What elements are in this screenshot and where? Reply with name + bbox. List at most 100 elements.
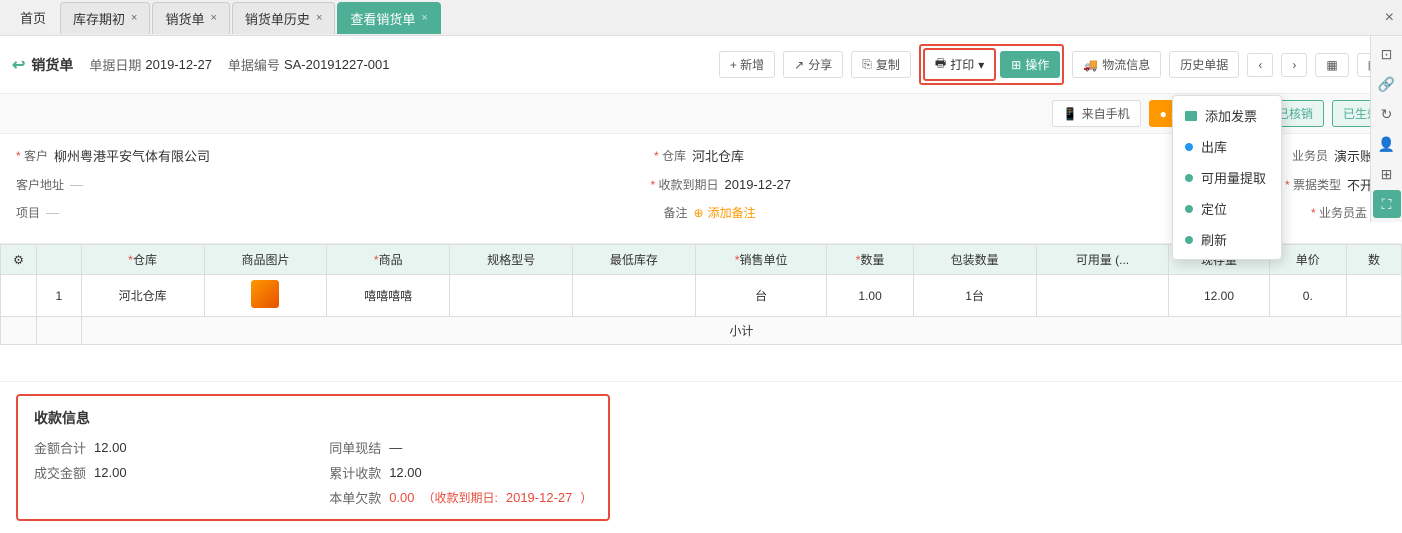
th-image: 商品图片	[204, 245, 327, 275]
th-unit: *销售单位	[695, 245, 827, 275]
history-button[interactable]: 历史单据	[1169, 51, 1239, 78]
refresh-label: 刷新	[1201, 230, 1227, 249]
highlight-box: 🖶 打印 ▾ ⊞ 操作	[919, 44, 1064, 85]
customer-label: * 客户	[16, 147, 48, 164]
tab-sales-order-label: 销货单	[165, 9, 204, 28]
close-all-button[interactable]: ×	[1385, 9, 1394, 27]
menu-out-warehouse[interactable]: 出库	[1173, 131, 1281, 162]
sidebar-user-icon[interactable]: 👤	[1373, 130, 1401, 158]
tab-sales-history[interactable]: 销货单历史 ×	[232, 2, 335, 34]
td-subtotal-seq	[37, 317, 82, 345]
sidebar-expand-icon[interactable]: ⊡	[1373, 40, 1401, 68]
from-phone-btn[interactable]: 📱 来自手机	[1052, 100, 1141, 127]
menu-add-invoice[interactable]: 添加发票	[1173, 100, 1281, 131]
cumulative-row: 累计收款 12.00	[329, 463, 592, 482]
menu-available-qty[interactable]: 可用量提取	[1173, 162, 1281, 193]
doc-icon: ↩	[12, 55, 25, 75]
tab-sales-order[interactable]: 销货单 ×	[152, 2, 229, 34]
prev-button[interactable]: ‹	[1247, 53, 1273, 77]
add-note-label: 添加备注	[708, 204, 756, 221]
td-price: 0.	[1269, 275, 1346, 317]
available-qty-label: 可用量提取	[1201, 168, 1266, 187]
menu-refresh[interactable]: 刷新	[1173, 224, 1281, 255]
share-icon: ↗	[794, 58, 804, 72]
copy-icon: ⎘	[862, 57, 872, 72]
th-warehouse: *仓库	[81, 245, 204, 275]
out-warehouse-icon	[1185, 143, 1193, 151]
tab-inventory-init-close[interactable]: ×	[131, 12, 137, 24]
th-spec: 规格型号	[450, 245, 573, 275]
layout1-button[interactable]: ▦	[1315, 53, 1348, 77]
logistics-button[interactable]: 🚚 物流信息	[1072, 51, 1161, 78]
warehouse-value: 河北仓库	[692, 146, 744, 165]
tab-view-sales-label: 查看销货单	[350, 9, 415, 28]
doc-header: ↩ 销货单 单据日期 2019-12-27 单据编号 SA-20191227-0…	[0, 36, 1402, 94]
menu-locate[interactable]: 定位	[1173, 193, 1281, 224]
td-seq: 1	[37, 275, 82, 317]
td-min-stock	[572, 275, 695, 317]
bill-type-label: * 票据类型	[1285, 176, 1341, 193]
td-warehouse: 河北仓库	[81, 275, 204, 317]
add-invoice-label: 添加发票	[1205, 106, 1257, 125]
operations-button[interactable]: ⊞ 操作	[1000, 51, 1060, 78]
th-more: 数	[1347, 245, 1402, 275]
new-button[interactable]: + 新增	[719, 51, 775, 78]
td-unit: 台	[695, 275, 827, 317]
sidebar-fullscreen-icon[interactable]: ⛶	[1373, 190, 1401, 218]
tab-sales-history-close[interactable]: ×	[316, 12, 322, 24]
settle-row: 同单现结 —	[329, 438, 592, 457]
project-field: 项目 —	[16, 204, 639, 221]
payment-info-title: 收款信息	[34, 408, 592, 428]
tab-sales-order-close[interactable]: ×	[210, 12, 216, 24]
settle-label: 同单现结	[329, 438, 381, 457]
product-image	[251, 280, 279, 308]
tab-home[interactable]: 首页	[8, 2, 58, 34]
add-note-button[interactable]: ⊕ 添加备注	[694, 204, 756, 221]
warehouse-label: * 仓库	[654, 147, 686, 164]
phone-icon: 📱	[1063, 107, 1078, 121]
total-row: 金额合计 12.00	[34, 438, 297, 457]
th-product: *商品	[327, 245, 450, 275]
doc-date-meta: 单据日期 2019-12-27	[89, 55, 212, 74]
operations-dropdown: 添加发票 出库 可用量提取 定位 刷新	[1172, 95, 1282, 260]
transaction-label: 成交金额	[34, 463, 86, 482]
th-seq	[37, 245, 82, 275]
next-button[interactable]: ›	[1281, 53, 1307, 77]
doc-date-value: 2019-12-27	[145, 57, 212, 72]
customer-field: * 客户 柳州粤港平安气体有限公司	[16, 146, 630, 165]
td-image	[204, 275, 327, 317]
tab-inventory-init[interactable]: 库存期初 ×	[60, 2, 150, 34]
table-row: 1 河北仓库 嘻嘻嘻嘻 台 1.00 1台 12.00 0.	[1, 275, 1402, 317]
sidebar-grid-icon[interactable]: ⊞	[1373, 160, 1401, 188]
print-arrow: ▾	[978, 58, 984, 72]
share-button[interactable]: ↗ 分享	[783, 51, 843, 78]
print-label: 打印	[950, 56, 974, 73]
project-label: 项目	[16, 204, 40, 221]
share-label: 分享	[808, 56, 832, 73]
payment-date-label: * 收款到期日	[650, 176, 718, 193]
copy-button[interactable]: ⎘ 复制	[851, 51, 911, 78]
doc-type-label: 销货单	[31, 55, 73, 75]
td-product: 嘻嘻嘻嘻	[327, 275, 450, 317]
payment-info: 收款信息 金额合计 12.00 同单现结 — 成交金额 12.00 累计收款 1…	[16, 394, 610, 521]
tab-inventory-init-label: 库存期初	[73, 9, 125, 28]
address-field: 客户地址 —	[16, 176, 626, 193]
logistics-icon: 🚚	[1083, 58, 1098, 72]
tab-home-label: 首页	[20, 8, 46, 27]
tab-bar: 首页 库存期初 × 销货单 × 销货单历史 × 查看销货单 × ×	[0, 0, 1402, 36]
doc-date-label: 单据日期	[89, 55, 141, 74]
copy-label: 复制	[876, 56, 900, 73]
sidebar-rotate-icon[interactable]: ↻	[1373, 100, 1401, 128]
sidebar-link-icon[interactable]: 🔗	[1373, 70, 1401, 98]
payment-date-value: 2019-12-27	[725, 177, 792, 192]
cumulative-value: 12.00	[389, 465, 422, 480]
tab-view-sales-close[interactable]: ×	[421, 12, 427, 24]
tab-view-sales[interactable]: 查看销货单 ×	[337, 2, 440, 34]
payment-date-field: * 收款到期日 2019-12-27	[650, 176, 1260, 193]
print-button[interactable]: 🖶 打印 ▾	[923, 48, 996, 81]
doc-title: ↩ 销货单	[12, 55, 73, 75]
transaction-row: 成交金额 12.00	[34, 463, 297, 482]
bottom-panel: 收款信息 金额合计 12.00 同单现结 — 成交金额 12.00 累计收款 1…	[0, 381, 1402, 533]
td-pack-qty: 1台	[913, 275, 1036, 317]
td-quantity: 1.00	[827, 275, 913, 317]
